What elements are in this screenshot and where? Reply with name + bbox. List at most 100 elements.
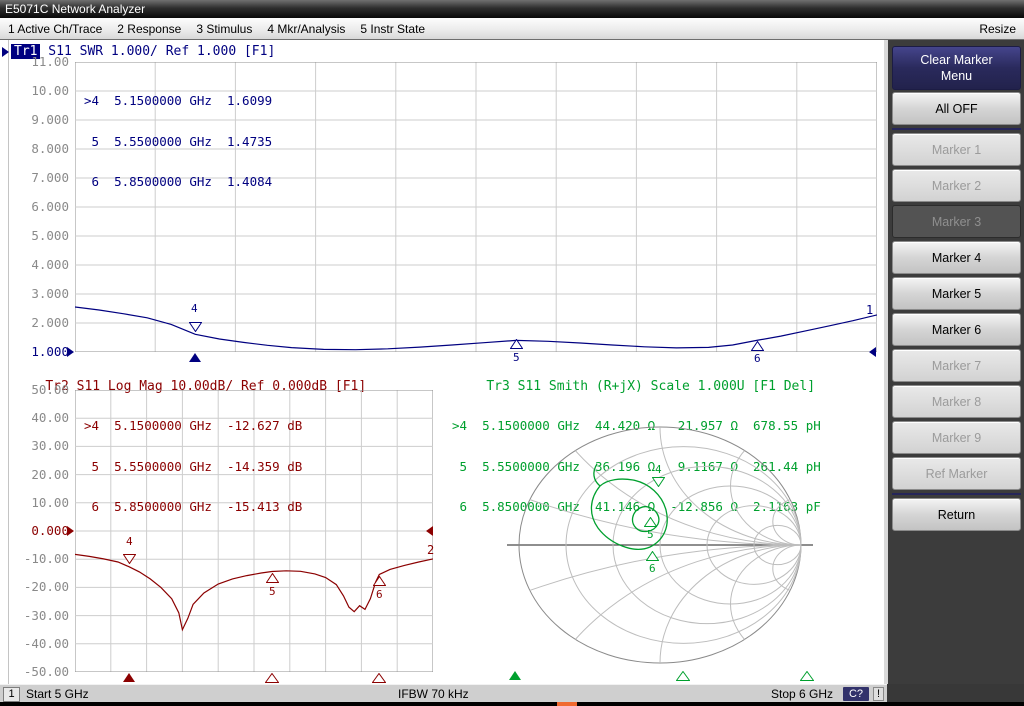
tr2-marker-row: >4 5.1500000 GHz -12.627 dB (84, 419, 302, 433)
channel-number-box: 1 (3, 687, 20, 702)
menu-mkr-analysis[interactable]: 4 Mkr/Analysis (267, 22, 345, 36)
tr2-marker6-label: 6 (376, 589, 383, 600)
tr2-marker-row: 5 5.5500000 GHz -14.359 dB (84, 460, 302, 474)
tr1-marker6-label: 6 (754, 353, 761, 364)
tr2-marker6-stimulus-icon (372, 673, 386, 683)
y-axis-label: 7.000 (31, 170, 69, 185)
softkey-marker-9[interactable]: Marker 9 (892, 421, 1021, 454)
tr3-marker4-label: 4 (655, 464, 662, 475)
softkey-separator (892, 493, 1021, 495)
softkey-marker-4[interactable]: Marker 4 (892, 241, 1021, 274)
tr2-marker6-icon[interactable] (373, 576, 386, 586)
tr1-marker-row: >4 5.1500000 GHz 1.6099 (84, 94, 272, 108)
y-axis-label: 3.000 (31, 286, 69, 301)
tr2-ref-level-icon (67, 526, 74, 536)
tr1-marker-row: 5 5.5500000 GHz 1.4735 (84, 135, 272, 149)
y-axis-label: 9.000 (31, 112, 69, 127)
tr3-marker4-icon[interactable] (652, 477, 665, 487)
bottom-strip (0, 702, 1024, 706)
tr1-marker6-icon[interactable] (751, 341, 764, 351)
softkey-sidebar: Clear Marker Menu All OFF Marker 1 Marke… (884, 40, 1024, 684)
smith-chart (500, 420, 820, 670)
y-axis-label: 5.000 (31, 228, 69, 243)
tr1-marker4-stimulus-icon (189, 353, 201, 362)
stop-frequency-label: Stop 6 GHz (771, 687, 833, 701)
softkey-marker-2[interactable]: Marker 2 (892, 169, 1021, 202)
y-axis-label: -10.00 (24, 551, 69, 566)
menu-stimulus[interactable]: 3 Stimulus (196, 22, 252, 36)
tr3-marker4-stimulus-icon (509, 671, 521, 680)
y-axis-label: 4.000 (31, 257, 69, 272)
softkey-ref-marker[interactable]: Ref Marker (892, 457, 1021, 490)
tr1-format-text: S11 SWR 1.000/ Ref 1.000 [F1] (40, 44, 275, 59)
tr1-ref-level-icon (67, 347, 74, 357)
y-axis-label: 30.00 (31, 438, 69, 453)
y-axis-label: 10.00 (31, 83, 69, 98)
status-bar: 1 Start 5 GHz IFBW 70 kHz Stop 6 GHz C? … (0, 684, 887, 702)
y-axis-label: 2.000 (31, 315, 69, 330)
tr2-marker5-stimulus-icon (265, 673, 279, 683)
softkey-marker-6[interactable]: Marker 6 (892, 313, 1021, 346)
start-frequency-label: Start 5 GHz (26, 687, 89, 701)
window-title: E5071C Network Analyzer (5, 2, 145, 16)
softkey-marker-1[interactable]: Marker 1 (892, 133, 1021, 166)
tr1-marker5-icon[interactable] (510, 339, 523, 349)
softkey-return[interactable]: Return (892, 498, 1021, 531)
y-axis-label: -50.00 (24, 664, 69, 679)
y-axis-label: 6.000 (31, 199, 69, 214)
tr3-marker6-icon[interactable] (646, 551, 659, 561)
softkey-menu-title-line1: Clear Marker (920, 52, 992, 68)
title-bar: E5071C Network Analyzer (0, 0, 1024, 18)
tr3-marker6-label: 6 (649, 563, 656, 574)
tr1-marker4-icon[interactable] (189, 322, 202, 332)
alert-indicator: ! (873, 687, 884, 701)
tr3-marker6-stimulus-icon (800, 671, 814, 681)
y-axis-label: 0.000 (31, 523, 69, 538)
tr3-marker5-stimulus-icon (676, 671, 690, 681)
tr1-marker-readout: >4 5.1500000 GHz 1.6099 5 5.5500000 GHz … (84, 67, 272, 216)
softkey-separator (892, 128, 1021, 130)
cal-status-badge: C? (843, 687, 869, 701)
vna-screen: E5071C Network Analyzer 1 Active Ch/Trac… (0, 0, 1024, 706)
tr2-marker5-label: 5 (269, 586, 276, 597)
tr1-y-axis: 11.0010.009.0008.0007.0006.0005.0004.000… (0, 62, 69, 352)
tr2-marker5-icon[interactable] (266, 573, 279, 583)
status-bar-dark-fill (887, 684, 1024, 702)
menu-bar: 1 Active Ch/Trace 2 Response 3 Stimulus … (0, 18, 1024, 40)
tr3-marker5-label: 5 (647, 529, 654, 540)
tr3-marker5-icon[interactable] (644, 517, 657, 527)
tr1-marker5-label: 5 (513, 352, 520, 363)
y-axis-label: 40.00 (31, 410, 69, 425)
y-axis-label: 20.00 (31, 467, 69, 482)
softkey-marker-8[interactable]: Marker 8 (892, 385, 1021, 418)
menu-response[interactable]: 2 Response (117, 22, 181, 36)
tr2-marker-row: 6 5.8500000 GHz -15.413 dB (84, 500, 302, 514)
smith-trace-tail (594, 464, 600, 486)
tr2-marker4-label: 4 (126, 536, 133, 547)
y-axis-label: 8.000 (31, 141, 69, 156)
y-axis-label: 50.00 (31, 382, 69, 397)
bottom-orange-mark (557, 702, 577, 706)
resize-button[interactable]: Resize (979, 22, 1016, 36)
smith-trace-outer-loop (591, 479, 667, 549)
tr1-ref-level-right-icon (869, 347, 876, 357)
tr2-y-axis: 50.0040.0030.0020.0010.000.000-10.00-20.… (0, 390, 69, 672)
softkey-menu-title-line2: Menu (941, 68, 972, 84)
tr2-trace-number: 2 (427, 543, 434, 557)
ifbw-label: IFBW 70 kHz (398, 687, 469, 701)
y-axis-label: 10.00 (31, 495, 69, 510)
softkey-marker-7[interactable]: Marker 7 (892, 349, 1021, 382)
softkey-all-off[interactable]: All OFF (892, 92, 1021, 125)
tr1-marker4-label: 4 (191, 303, 198, 314)
tr2-marker4-icon[interactable] (123, 554, 136, 564)
menu-instr-state[interactable]: 5 Instr State (360, 22, 425, 36)
tr1-trace-number: 1 (866, 303, 873, 317)
menu-active-ch-trace[interactable]: 1 Active Ch/Trace (8, 22, 102, 36)
tr2-marker-readout: >4 5.1500000 GHz -12.627 dB 5 5.5500000 … (84, 392, 302, 541)
softkey-menu-title: Clear Marker Menu (892, 46, 1021, 90)
softkey-marker-3[interactable]: Marker 3 (892, 205, 1021, 238)
tr1-marker-row: 6 5.8500000 GHz 1.4084 (84, 175, 272, 189)
tr2-ref-level-right-icon (426, 526, 433, 536)
y-axis-label: -40.00 (24, 636, 69, 651)
softkey-marker-5[interactable]: Marker 5 (892, 277, 1021, 310)
